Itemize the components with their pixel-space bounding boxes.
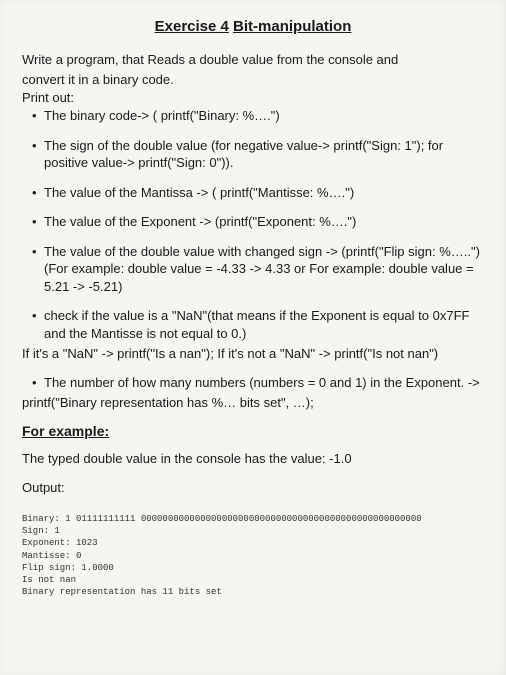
intro-line-1: Write a program, that Reads a double val… [22,51,484,69]
count-continuation: printf("Binary representation has %… bit… [22,394,484,412]
for-example-heading: For example: [22,423,484,439]
bullet-sign: The sign of the double value (for negati… [32,137,484,172]
print-out-label: Print out: [22,90,484,105]
bullet-binary: The binary code-> ( printf("Binary: %…."… [32,107,484,125]
example-description: The typed double value in the console ha… [22,451,484,466]
title-rest: Bit-manipulation [233,18,351,35]
intro-line-2: convert it in a binary code. [22,71,484,89]
exercise-title: Exercise 4 Bit-manipulation [22,18,484,35]
bullet-mantissa: The value of the Mantissa -> ( printf("M… [32,184,484,202]
nan-continuation: If it's a "NaN" -> printf("Is a nan"); I… [22,345,484,363]
bullet-exponent: The value of the Exponent -> (printf("Ex… [32,213,484,231]
bullet-list-2: The sign of the double value (for negati… [32,137,484,343]
bullet-list-3: The number of how many numbers (numbers … [32,374,484,392]
document-page: Exercise 4 Bit-manipulation Write a prog… [0,0,506,675]
bullet-nan: check if the value is a "NaN"(that means… [32,307,484,342]
bullet-flip: The value of the double value with chang… [32,243,484,296]
output-block: Binary: 1 01111111111 000000000000000000… [22,513,484,598]
output-label: Output: [22,480,484,495]
bullet-count: The number of how many numbers (numbers … [32,374,484,392]
title-bold: Exercise 4 [155,18,229,35]
bullet-list: The binary code-> ( printf("Binary: %…."… [32,107,484,125]
